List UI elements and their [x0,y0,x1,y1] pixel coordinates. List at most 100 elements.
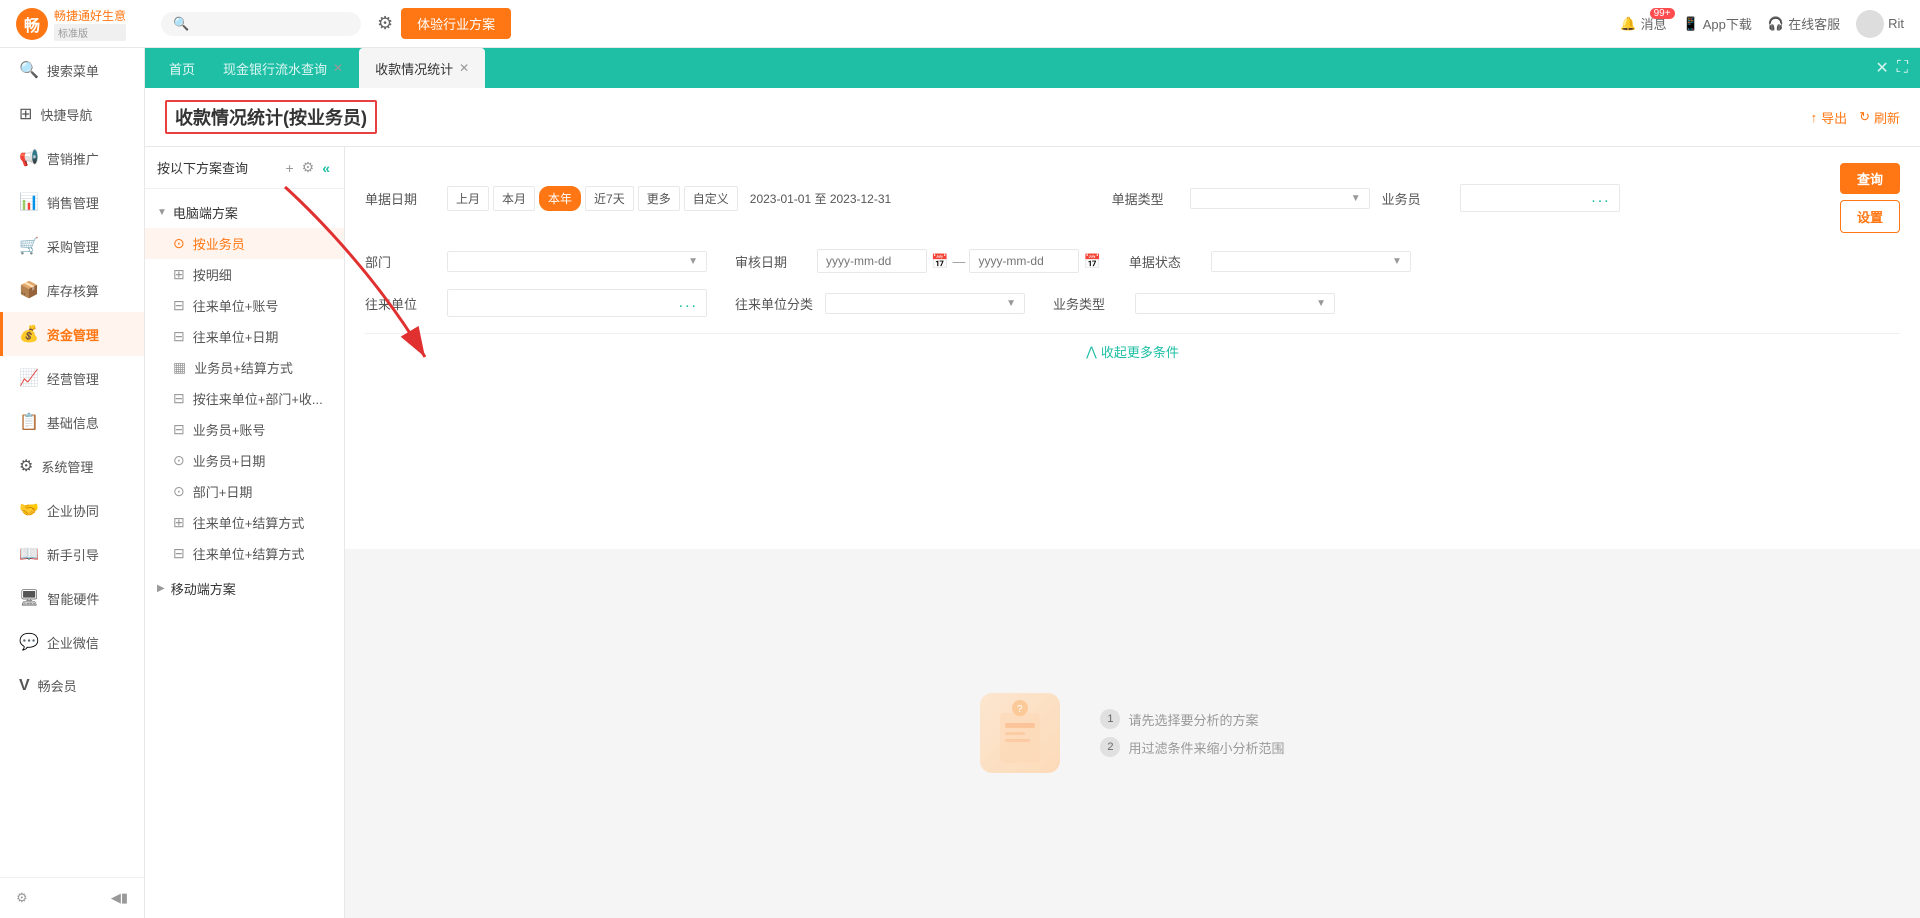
sidebar-item-purchase[interactable]: 🛒 采购管理 [0,224,144,268]
sidebar-item-member[interactable]: V 畅会员 [0,664,144,707]
sidebar-settings-icon[interactable]: ⚙ [16,890,28,906]
main-content: 首页 现金银行流水查询 ✕ 收款情况统计 ✕ ✕ ⛶ 收款情况统计(按业务员) … [145,48,1920,918]
sidebar-item-hardware[interactable]: 🖥 智能硬件 [0,576,144,620]
top-header: 畅 畅捷通好生意 标准版 🔍 ⚙ 体验行业方案 🔔 消息 99+ 📱 App下载… [0,0,1920,48]
doc-type-arrow: ▼ [1351,193,1361,204]
app-download-btn[interactable]: 📱 App下载 [1683,14,1752,33]
biz-type-label: 业务类型 [1053,294,1123,313]
date-btn-last-month[interactable]: 上月 [447,186,489,211]
counterpart-cat-arrow: ▼ [1006,298,1016,309]
salesperson-select[interactable]: ... [1460,184,1620,212]
sidebar-item-search[interactable]: 🔍 搜索菜单 [0,48,144,92]
content-area: 按以下方案查询 + ⚙ « ▼ 电脑端方案 [145,147,1920,918]
scheme-panel: 按以下方案查询 + ⚙ « ▼ 电脑端方案 [145,147,345,918]
tree-item-salesperson-date[interactable]: ⊙ 业务员+日期 [145,445,344,476]
doc-status-label: 单据状态 [1129,252,1199,271]
tab-bank-flow[interactable]: 现金银行流水查询 ✕ [207,48,359,88]
trial-btn[interactable]: 体验行业方案 [401,8,511,39]
date-btn-custom[interactable]: 自定义 [684,186,738,211]
sidebar-item-operations[interactable]: 📈 经营管理 [0,356,144,400]
tab-bar: 首页 现金银行流水查询 ✕ 收款情况统计 ✕ ✕ ⛶ [145,48,1920,88]
tree-group-desktop: ▼ 电脑端方案 ⊙ 按业务员 ⊞ 按明细 ⊟ 往 [145,197,344,569]
sidebar-item-finance[interactable]: 💰 资金管理 [0,312,144,356]
refresh-btn[interactable]: ↻ 刷新 [1859,108,1900,127]
tree-item-salesperson-settlement[interactable]: ▦ 业务员+结算方式 [145,352,344,383]
tree-item-counterpart-account[interactable]: ⊟ 往来单位+账号 [145,290,344,321]
empty-step-2: 2 用过滤条件来缩小分析范围 [1100,737,1284,757]
query-btn[interactable]: 查询 [1840,163,1900,194]
online-service-btn[interactable]: 🎧 在线客服 [1768,14,1840,33]
refresh-icon: ↻ [1859,109,1870,125]
logo-icon: 畅 [16,8,48,40]
filter-panel: 单据日期 上月 本月 本年 近7天 更多 自定义 2023-01-01 至 20… [345,147,1920,549]
salesperson-more-btn[interactable]: ... [1591,189,1610,207]
tree-item-salesperson-account[interactable]: ⊟ 业务员+账号 [145,414,344,445]
review-date-to[interactable] [969,249,1079,273]
biz-type-select[interactable]: ▼ [1135,293,1335,314]
sidebar-item-sales[interactable]: 📊 销售管理 [0,180,144,224]
tree-group-mobile-header[interactable]: ▶ 移动端方案 [145,573,344,604]
counterpart-cat-select[interactable]: ▼ [825,293,1025,314]
tree-item-by-salesperson[interactable]: ⊙ 按业务员 [145,228,344,259]
sidebar-item-marketing[interactable]: 📢 营销推广 [0,136,144,180]
date-btn-this-year[interactable]: 本年 [539,186,581,211]
dept-select[interactable]: ▼ [447,251,707,272]
tab-bar-right: ✕ ⛶ [1875,58,1908,78]
maximize-window-icon[interactable]: ⛶ [1897,59,1908,77]
collapse-bar[interactable]: ⋀ 收起更多条件 [365,333,1900,369]
main-layout: 🔍 搜索菜单 ⊞ 快捷导航 📢 营销推广 📊 销售管理 🛒 采购管理 📦 库存核… [0,0,1920,918]
scheme-header: 按以下方案查询 + ⚙ « [145,147,344,189]
biz-type-arrow: ▼ [1316,298,1326,309]
tree-item-counterpart-settle1[interactable]: ⊞ 往来单位+结算方式 [145,507,344,538]
doc-status-select[interactable]: ▼ [1211,251,1411,272]
tree-item-counterpart-dept[interactable]: ⊟ 按往来单位+部门+收... [145,383,344,414]
settings-btn[interactable]: 设置 [1840,200,1900,233]
tab-collection-stats-close[interactable]: ✕ [459,61,469,75]
date-btn-this-month[interactable]: 本月 [493,186,535,211]
header-settings-icon[interactable]: ⚙ [377,13,393,34]
tree-item-by-detail[interactable]: ⊞ 按明细 [145,259,344,290]
review-date-from[interactable] [817,249,927,273]
date-btn-7days[interactable]: 近7天 [585,186,634,211]
sidebar-item-inventory[interactable]: 📦 库存核算 [0,268,144,312]
purchase-icon: 🛒 [19,236,39,256]
date-label: 单据日期 [365,189,435,208]
tree-group-desktop-header[interactable]: ▼ 电脑端方案 [145,197,344,228]
scheme-settings-icon[interactable]: ⚙ [300,157,317,178]
wechat-icon: 💬 [19,632,39,652]
sidebar-item-collab[interactable]: 🤝 企业协同 [0,488,144,532]
tree-item-dept-date[interactable]: ⊙ 部门+日期 [145,476,344,507]
member-icon: V [19,677,30,695]
close-window-icon[interactable]: ✕ [1875,58,1888,78]
doc-type-select[interactable]: ▼ [1190,188,1370,209]
hardware-icon: 🖥 [19,588,39,608]
sidebar-collapse-icon[interactable]: ◀▮ [111,890,128,906]
counterpart-more-btn[interactable]: ... [679,294,698,312]
salesperson-date-icon: ⊙ [173,452,185,469]
sidebar-item-system[interactable]: ⚙ 系统管理 [0,444,144,488]
sidebar-item-wechat[interactable]: 💬 企业微信 [0,620,144,664]
step-num-2: 2 [1100,737,1120,757]
filter-row-dept: 部门 ▼ 审核日期 📅 — 📅 单据状 [365,249,1900,273]
date-buttons: 上月 本月 本年 近7天 更多 自定义 [447,186,738,211]
scheme-tree: ▼ 电脑端方案 ⊙ 按业务员 ⊞ 按明细 ⊟ 往 [145,189,344,918]
scheme-collapse-icon[interactable]: « [320,158,332,178]
tree-item-counterpart-date[interactable]: ⊟ 往来单位+日期 [145,321,344,352]
basic-info-icon: 📋 [19,412,39,432]
export-btn[interactable]: ↑ 导出 [1811,108,1848,127]
add-scheme-icon[interactable]: + [283,158,295,178]
dept-date-icon: ⊙ [173,483,185,500]
tree-item-counterpart-settle2[interactable]: ⊟ 往来单位+结算方式 [145,538,344,569]
right-panel: 单据日期 上月 本月 本年 近7天 更多 自定义 2023-01-01 至 20… [345,147,1920,918]
tab-bank-flow-close[interactable]: ✕ [333,61,343,75]
tab-collection-stats[interactable]: 收款情况统计 ✕ [359,48,485,88]
notification-btn[interactable]: 🔔 消息 99+ [1620,14,1666,33]
search-box[interactable]: 🔍 [161,12,361,36]
sidebar-item-guide[interactable]: 📖 新手引导 [0,532,144,576]
tab-home[interactable]: 首页 [157,59,207,78]
sidebar-item-shortcut[interactable]: ⊞ 快捷导航 [0,92,144,136]
counterpart-select[interactable]: ... [447,289,707,317]
date-btn-more[interactable]: 更多 [638,186,680,211]
user-avatar-area[interactable]: Rit [1856,10,1904,38]
sidebar-item-basic-info[interactable]: 📋 基础信息 [0,400,144,444]
